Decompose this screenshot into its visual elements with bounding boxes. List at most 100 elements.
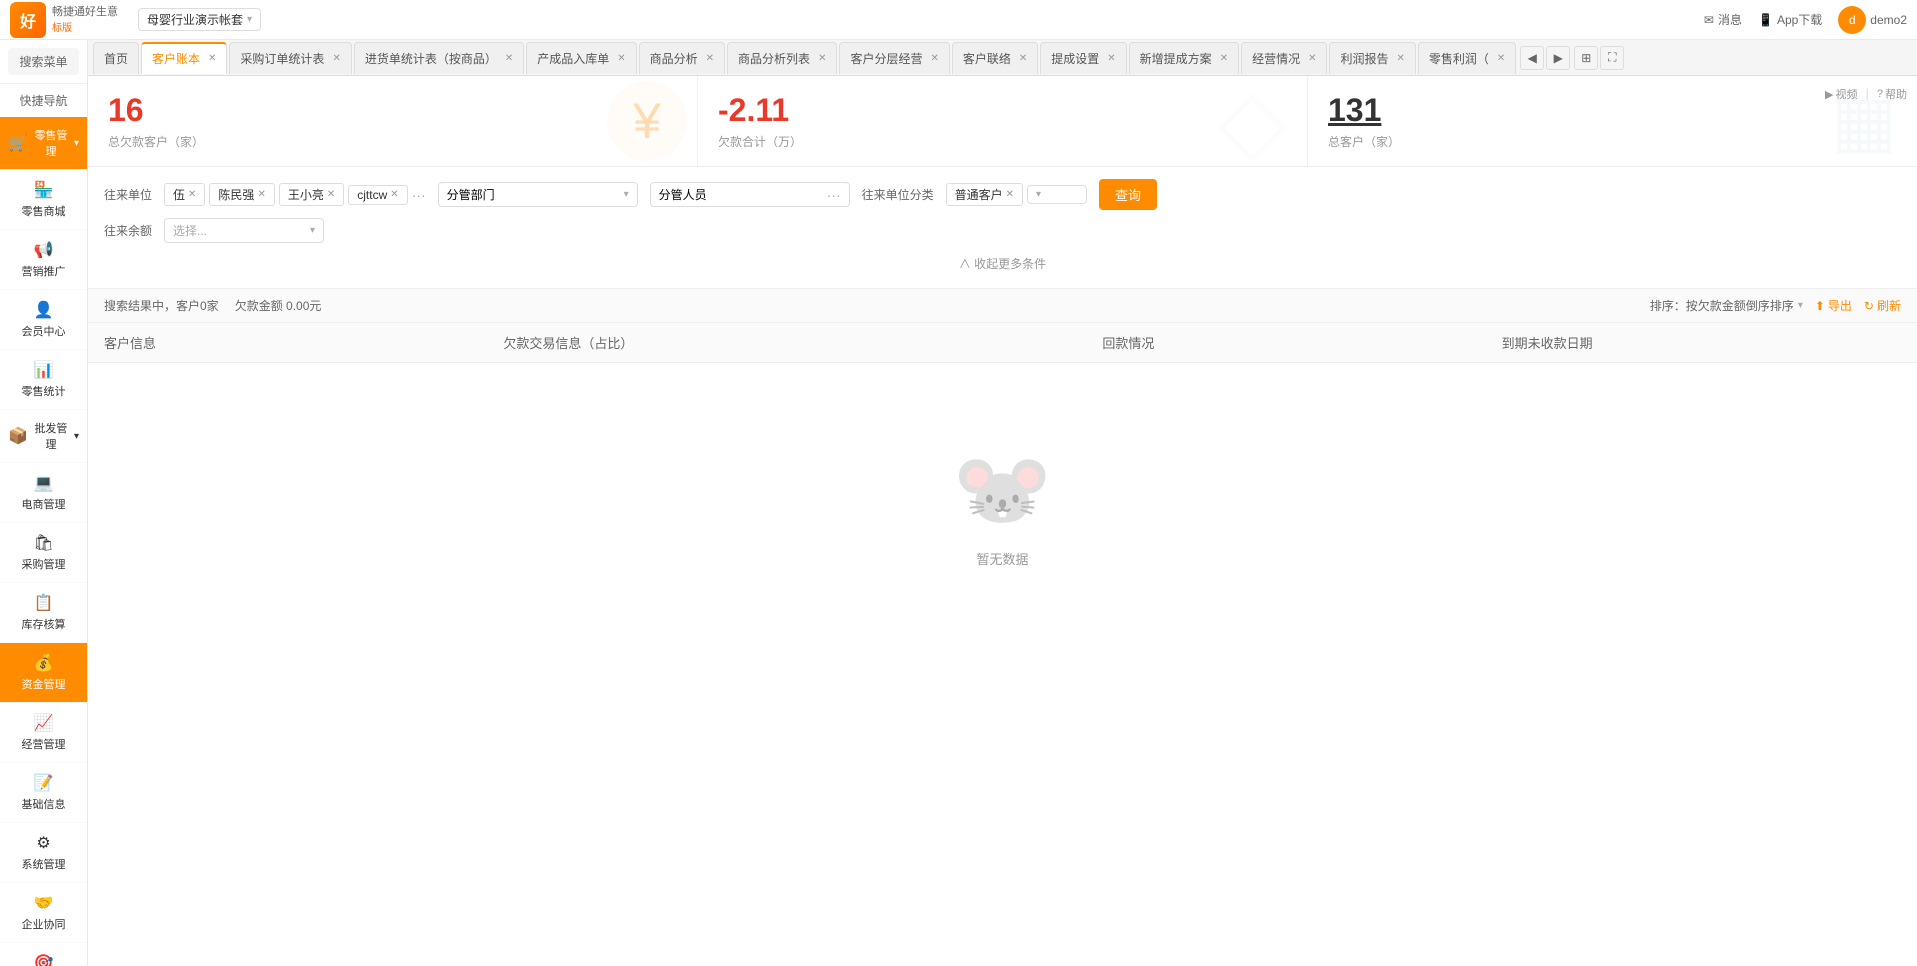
tab-new-promotion-label: 新增提成方案 <box>1140 50 1212 67</box>
sidebar-label-system: 系统管理 <box>22 856 66 872</box>
person-select[interactable]: 分管人员 ··· <box>650 182 850 207</box>
sidebar-item-purchase[interactable]: 🛍 采购管理 <box>0 523 87 583</box>
tab-profit-close[interactable]: ✕ <box>1397 53 1405 64</box>
question-icon: ? <box>1877 88 1883 100</box>
tab-contact-close[interactable]: ✕ <box>1019 53 1027 64</box>
tab-purchase-orders[interactable]: 采购订单统计表 ✕ <box>229 42 351 74</box>
sidebar-label-marketing: 营销推广 <box>22 263 66 279</box>
logo-icon: 好 <box>10 2 46 38</box>
sidebar-item-retail[interactable]: 🛒 零售管理 ▾ <box>0 117 87 170</box>
refresh-icon: ↻ <box>1864 299 1874 313</box>
export-icon: ⬆ <box>1815 299 1825 313</box>
unit-tags: 伍 ✕ 陈民强 ✕ 王小亮 ✕ <box>164 183 426 206</box>
unit-more-button[interactable]: ··· <box>412 187 426 203</box>
query-button[interactable]: 查询 <box>1099 179 1157 210</box>
balance-select[interactable]: 选择... ▾ <box>164 218 324 243</box>
video-btn[interactable]: ▶ 视频 <box>1825 86 1857 102</box>
unit-type-tag-normal: 普通客户 ✕ <box>946 183 1023 206</box>
tab-nav-fullscreen[interactable]: ⛶ <box>1600 46 1624 70</box>
finance-icon: 💰 <box>34 653 54 673</box>
tab-customers-close[interactable]: ✕ <box>208 53 216 64</box>
sidebar-item-operation[interactable]: 📈 经营管理 <box>0 703 87 763</box>
tab-purchase-stats-close[interactable]: ✕ <box>505 53 513 64</box>
sidebar-item-newbie[interactable]: 🎯 新手引导 <box>0 943 87 966</box>
tab-promotion-settings[interactable]: 提成设置 ✕ <box>1040 42 1126 74</box>
phone-icon: 📱 <box>1758 13 1773 27</box>
sidebar-item-member[interactable]: 👤 会员中心 <box>0 290 87 350</box>
export-button[interactable]: ⬆ 导出 <box>1815 297 1852 314</box>
tab-nav-next[interactable]: ▶ <box>1546 46 1570 70</box>
sidebar-item-ecommerce[interactable]: 💻 电商管理 <box>0 463 87 523</box>
tab-promotion-settings-label: 提成设置 <box>1051 50 1099 67</box>
stat-card-debtors: ¥ 16 总欠款客户（家） <box>88 76 698 166</box>
unit-type-select[interactable]: ▾ <box>1027 185 1087 204</box>
user-area[interactable]: d demo2 <box>1838 6 1907 34</box>
unit-tag-wang-close[interactable]: ✕ <box>327 189 335 200</box>
results-bar: 搜索结果中，客户0家 欠款金额 0.00元 排序：按欠款金额倒序排序 ▾ ⬆ 导… <box>88 289 1917 323</box>
sidebar-item-wholesale[interactable]: 📦 批发管理 ▾ <box>0 410 87 463</box>
sidebar-item-retail-stats[interactable]: 📊 零售统计 <box>0 350 87 410</box>
tab-goods-list-close[interactable]: ✕ <box>818 53 826 64</box>
sidebar-item-basic[interactable]: 📝 基础信息 <box>0 763 87 823</box>
divider: | <box>1865 86 1868 102</box>
sidebar-item-inventory[interactable]: 📋 库存核算 <box>0 583 87 643</box>
tab-goods-analysis-close[interactable]: ✕ <box>706 53 714 64</box>
table-header: 客户信息 欠款交易信息（占比） 回款情况 到期未收款日期 <box>88 323 1917 363</box>
tab-goods-analysis-list-label: 商品分析列表 <box>738 50 810 67</box>
tab-new-promotion[interactable]: 新增提成方案 ✕ <box>1129 42 1239 74</box>
sidebar-item-marketing[interactable]: 📢 营销推广 <box>0 230 87 290</box>
unit-tag-cjttcw-close[interactable]: ✕ <box>390 189 398 200</box>
sidebar-item-retail-mall[interactable]: 🏪 零售商城 <box>0 170 87 230</box>
refresh-button[interactable]: ↻ 刷新 <box>1864 297 1901 314</box>
dept-select[interactable]: 分管部门 ▾ <box>438 182 638 207</box>
tab-promo-close[interactable]: ✕ <box>1107 53 1115 64</box>
tab-retail-profit[interactable]: 零售利润（ ✕ <box>1418 42 1516 74</box>
help-buttons: ▶ 视频 | ? 帮助 <box>1825 86 1907 102</box>
tab-segment-close[interactable]: ✕ <box>930 53 938 64</box>
person-more-icon[interactable]: ··· <box>827 187 841 203</box>
unit-type-close[interactable]: ✕ <box>1006 189 1014 200</box>
sidebar-item-finance[interactable]: 💰 资金管理 <box>0 643 87 703</box>
tab-produce-close[interactable]: ✕ <box>617 53 625 64</box>
collapse-button[interactable]: ∧ 收起更多条件 <box>104 255 1901 272</box>
unit-tag-chen-close[interactable]: ✕ <box>257 189 265 200</box>
tab-retail-profit-close[interactable]: ✕ <box>1497 53 1505 64</box>
tab-customer-segment[interactable]: 客户分层经营 ✕ <box>839 42 949 74</box>
tab-nav-prev[interactable]: ◀ <box>1520 46 1544 70</box>
sidebar-item-system[interactable]: ⚙ 系统管理 <box>0 823 87 883</box>
tab-business-status[interactable]: 经营情况 ✕ <box>1241 42 1327 74</box>
unit-tag-chen: 陈民强 ✕ <box>209 183 274 206</box>
play-icon: ▶ <box>1825 88 1833 101</box>
unit-tag-wu-close[interactable]: ✕ <box>188 189 196 200</box>
tab-goods-analysis-list[interactable]: 商品分析列表 ✕ <box>727 42 837 74</box>
logo-title: 畅捷通好生意 <box>52 5 118 19</box>
tab-goods-analysis[interactable]: 商品分析 ✕ <box>639 42 725 74</box>
stat-value-debt: -2.11 <box>718 92 789 129</box>
sidebar-label-wholesale: 批发管理 <box>31 420 71 452</box>
search-menu-button[interactable]: 搜索菜单 <box>8 48 79 75</box>
unit-tag-wang: 王小亮 ✕ <box>279 183 344 206</box>
tab-biz-close[interactable]: ✕ <box>1308 53 1316 64</box>
stats-bar: ¥ 16 总欠款客户（家） ◇ -2.11 欠款合计（万） ▦ 131 <box>88 76 1917 167</box>
retail-icon: 🛒 <box>8 133 28 153</box>
sidebar-fast-nav[interactable]: 快捷导航 <box>0 84 87 117</box>
tab-customers[interactable]: 客户账本 ✕ <box>141 42 227 74</box>
account-selector[interactable]: 母婴行业演示帐套 ▾ <box>138 8 261 31</box>
tab-profit-report[interactable]: 利润报告 ✕ <box>1329 42 1415 74</box>
sort-selector[interactable]: 排序：按欠款金额倒序排序 ▾ <box>1650 297 1803 314</box>
tab-purchase-orders-close[interactable]: ✕ <box>332 53 340 64</box>
col-header-overdue: 到期未收款日期 <box>1502 333 1901 352</box>
tab-purchase-stats[interactable]: 进货单统计表（按商品） ✕ <box>354 42 524 74</box>
app-download-button[interactable]: 📱 App下载 <box>1758 11 1822 28</box>
help-btn[interactable]: ? 帮助 <box>1877 86 1907 102</box>
tab-home[interactable]: 首页 <box>93 42 139 74</box>
stat-bg-debt: ◇ <box>1218 76 1287 166</box>
stat-value-total: 131 <box>1328 92 1381 129</box>
sidebar-item-enterprise[interactable]: 🤝 企业协同 <box>0 883 87 943</box>
message-button[interactable]: ✉ 消息 <box>1704 11 1742 28</box>
tab-new-promo-close[interactable]: ✕ <box>1220 53 1228 64</box>
tab-produce-inbound[interactable]: 产成品入库单 ✕ <box>526 42 636 74</box>
tab-nav-expand[interactable]: ⊞ <box>1574 46 1598 70</box>
tab-customer-contact[interactable]: 客户联络 ✕ <box>952 42 1038 74</box>
logo-subtitle: 标版 <box>52 19 118 34</box>
